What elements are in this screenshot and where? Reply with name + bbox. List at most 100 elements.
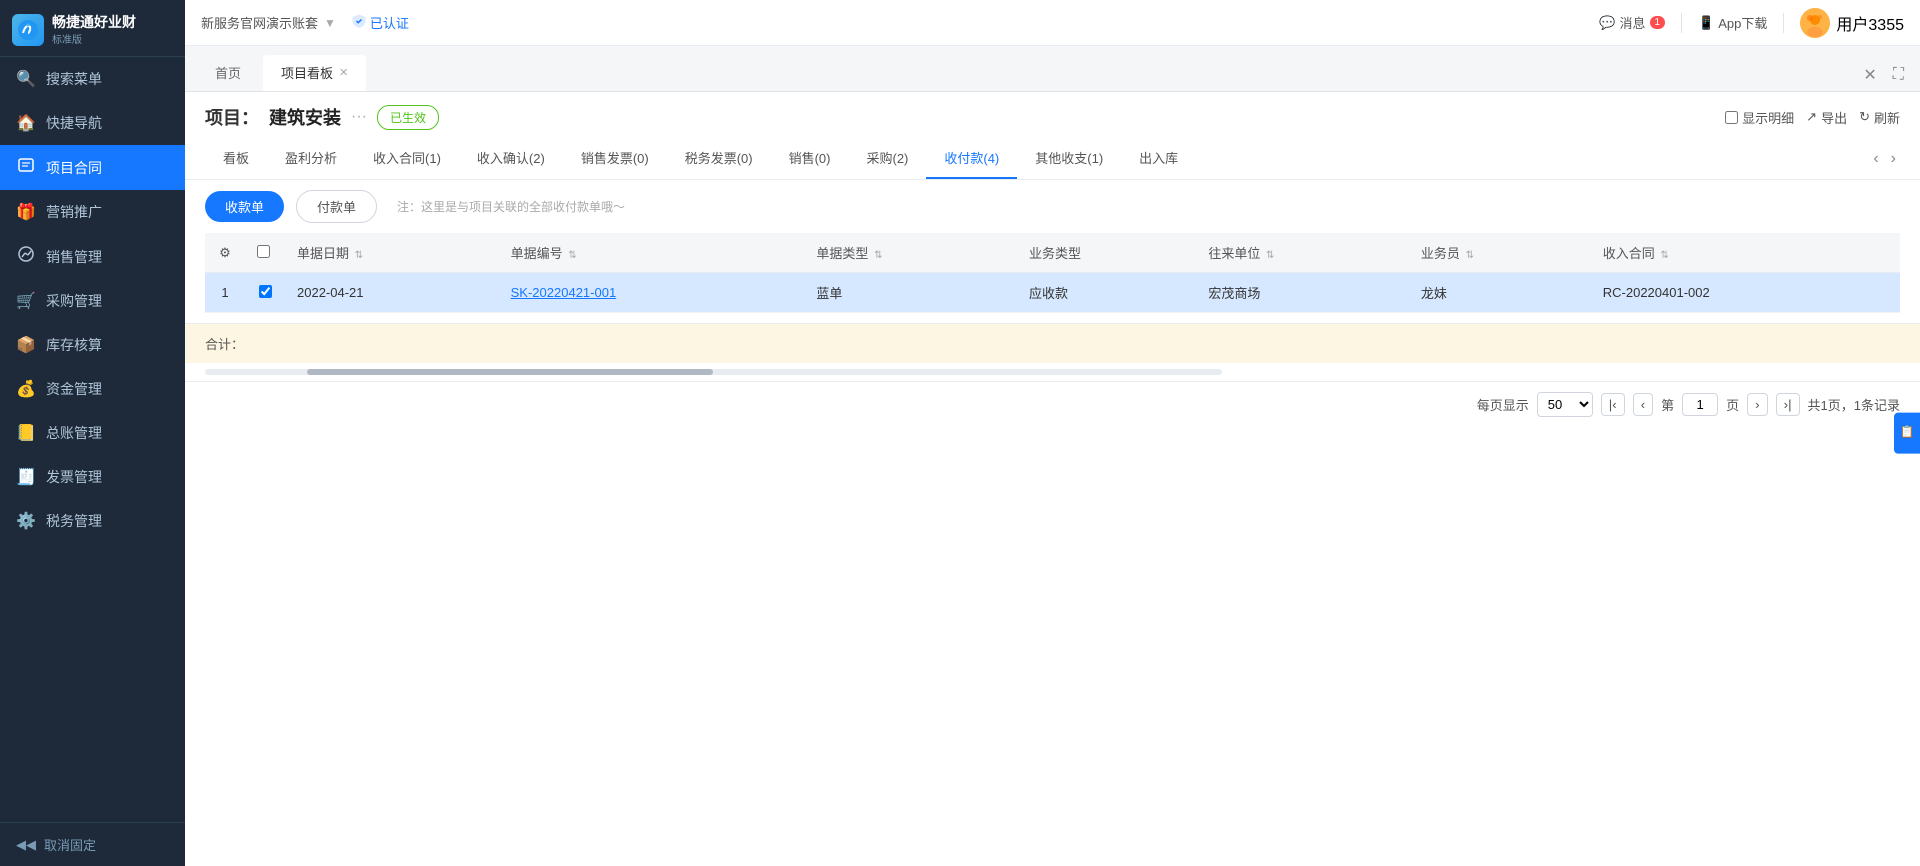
divider-1 bbox=[1681, 13, 1682, 33]
sidebar-label-quicknav: 快捷导航 bbox=[46, 113, 102, 133]
table-head: ⚙ 单据日期 ⇅ 单据编号 ⇅ bbox=[205, 233, 1900, 273]
sidebar-label-marketing: 营销推广 bbox=[46, 202, 102, 222]
date-sort-icon[interactable]: ⇅ bbox=[355, 250, 363, 261]
sidebar-item-purchase[interactable]: 🛒 采购管理 bbox=[0, 279, 185, 323]
tab-close-icon[interactable]: ✕ bbox=[339, 66, 348, 79]
subtab-income-contract[interactable]: 收入合同(1) bbox=[355, 138, 459, 179]
scrollbar-thumb[interactable] bbox=[307, 369, 714, 375]
project-icon bbox=[16, 157, 36, 178]
page-input[interactable] bbox=[1682, 393, 1718, 416]
row-partner: 宏茂商场 bbox=[1196, 273, 1409, 313]
table-row[interactable]: 1 2022-04-21 SK-20220421-001 蓝单 应收款 宏茂商场 bbox=[205, 273, 1900, 313]
tabbar: 首页 项目看板 ✕ ✕ ⛶ bbox=[185, 46, 1920, 92]
select-all-checkbox[interactable] bbox=[257, 245, 270, 258]
tax-icon: ⚙️ bbox=[16, 511, 36, 531]
sidebar-item-tax[interactable]: ⚙️ 税务管理 bbox=[0, 499, 185, 543]
row-type: 蓝单 bbox=[804, 273, 1017, 313]
expand-window-icon[interactable]: ⛶ bbox=[1889, 64, 1908, 86]
filter-note: 注：这里是与项目关联的全部收付款单哦～ bbox=[397, 198, 625, 215]
sidebar-item-invoice[interactable]: 🧾 发票管理 bbox=[0, 455, 185, 499]
subtab-prev-icon[interactable]: ‹ bbox=[1869, 146, 1882, 172]
col-biz-type: 业务类型 bbox=[1017, 233, 1196, 273]
close-window-icon[interactable]: ✕ bbox=[1859, 63, 1880, 87]
main-area: 新服务官网演示账套 ▼ 已认证 💬 消息 1 📱 App下载 bbox=[185, 0, 1920, 866]
tab-home[interactable]: 首页 bbox=[197, 55, 259, 91]
float-panel[interactable]: 📋 bbox=[1894, 413, 1920, 454]
prev-page-btn[interactable]: ‹ bbox=[1633, 393, 1653, 416]
unpin-label: 取消固定 bbox=[44, 835, 96, 854]
row-checkbox[interactable] bbox=[259, 285, 272, 298]
row-number[interactable]: SK-20220421-001 bbox=[499, 273, 805, 313]
sidebar-item-inventory[interactable]: 📦 库存核算 bbox=[0, 323, 185, 367]
float-panel-icon: 📋 bbox=[1900, 425, 1914, 442]
salesperson-sort-icon[interactable]: ⇅ bbox=[1466, 250, 1474, 261]
home-icon: 🏠 bbox=[16, 113, 36, 133]
col-type: 单据类型 ⇅ bbox=[804, 233, 1017, 273]
subtab-income-confirm[interactable]: 收入确认(2) bbox=[459, 138, 563, 179]
subtab-warehouse[interactable]: 出入库 bbox=[1121, 138, 1196, 179]
first-page-btn[interactable]: |‹ bbox=[1601, 393, 1625, 416]
show-detail-wrap: 显示明细 bbox=[1725, 108, 1794, 127]
sidebar-item-ledger[interactable]: 📒 总账管理 bbox=[0, 411, 185, 455]
income-contract-sort-icon[interactable]: ⇅ bbox=[1660, 250, 1668, 261]
sidebar-item-sales[interactable]: 销售管理 bbox=[0, 234, 185, 279]
subtab-profit[interactable]: 盈利分析 bbox=[267, 138, 355, 179]
search-icon: 🔍 bbox=[16, 69, 36, 89]
sidebar-label-sales: 销售管理 bbox=[46, 247, 102, 267]
refresh-icon: ↻ bbox=[1859, 109, 1870, 125]
subtab-purchase[interactable]: 采购(2) bbox=[848, 138, 926, 179]
subtabbar: 看板 盈利分析 收入合同(1) 收入确认(2) 销售发票(0) 税务发票(0) bbox=[185, 138, 1920, 180]
pagination: 每页显示 50 100 200 |‹ ‹ 第 页 › ›| 共1页，1条记录 bbox=[185, 381, 1920, 427]
gift-icon: 🎁 bbox=[16, 202, 36, 222]
messages-button[interactable]: 💬 消息 1 bbox=[1599, 13, 1665, 32]
show-detail-checkbox[interactable] bbox=[1725, 111, 1738, 124]
subtab-tax-invoice[interactable]: 税务发票(0) bbox=[667, 138, 771, 179]
number-sort-icon[interactable]: ⇅ bbox=[568, 250, 576, 261]
export-button[interactable]: ↗ 导出 bbox=[1806, 108, 1847, 127]
user-label: 用户3355 bbox=[1836, 11, 1904, 35]
user-menu[interactable]: 用户3355 bbox=[1800, 8, 1904, 38]
refresh-button[interactable]: ↻ 刷新 bbox=[1859, 108, 1900, 127]
next-page-btn[interactable]: › bbox=[1747, 393, 1767, 416]
sidebar-item-projectcontract[interactable]: 项目合同 bbox=[0, 145, 185, 190]
row-number-link[interactable]: SK-20220421-001 bbox=[511, 285, 617, 300]
sidebar-label-purchase: 采购管理 bbox=[46, 291, 102, 311]
shield-icon bbox=[352, 14, 366, 31]
subtab-kanban[interactable]: 看板 bbox=[205, 138, 267, 179]
export-icon: ↗ bbox=[1806, 109, 1817, 125]
last-page-btn[interactable]: ›| bbox=[1776, 393, 1800, 416]
col-settings[interactable]: ⚙ bbox=[205, 233, 245, 273]
subtab-receipt[interactable]: 收付款(4) bbox=[926, 138, 1017, 179]
sidebar-item-capital[interactable]: 💰 资金管理 bbox=[0, 367, 185, 411]
row-income-contract: RC-20220401-002 bbox=[1591, 273, 1900, 313]
account-name: 新服务官网演示账套 bbox=[201, 13, 318, 32]
tab-project-board[interactable]: 项目看板 ✕ bbox=[263, 55, 366, 91]
sidebar-label-ledger: 总账管理 bbox=[46, 423, 102, 443]
subtab-sales-invoice[interactable]: 销售发票(0) bbox=[563, 138, 667, 179]
sales-icon bbox=[16, 246, 36, 267]
receipt-filter-btn[interactable]: 收款单 bbox=[205, 191, 284, 222]
subtab-other-expense[interactable]: 其他收支(1) bbox=[1017, 138, 1121, 179]
sidebar-item-marketing[interactable]: 🎁 营销推广 bbox=[0, 190, 185, 234]
page-size-select[interactable]: 50 100 200 bbox=[1537, 392, 1593, 417]
partner-sort-icon[interactable]: ⇅ bbox=[1266, 250, 1274, 261]
message-icon: 💬 bbox=[1599, 15, 1615, 31]
sidebar-item-quicknav[interactable]: 🏠 快捷导航 bbox=[0, 101, 185, 145]
sidebar-item-search[interactable]: 🔍 搜索菜单 bbox=[0, 57, 185, 101]
more-options-icon[interactable]: ··· bbox=[351, 108, 367, 126]
subtab-next-icon[interactable]: › bbox=[1887, 146, 1900, 172]
verified-label: 已认证 bbox=[370, 13, 409, 32]
sidebar-label-capital: 资金管理 bbox=[46, 379, 102, 399]
inventory-icon: 📦 bbox=[16, 335, 36, 355]
account-switcher[interactable]: 新服务官网演示账套 ▼ bbox=[201, 13, 336, 32]
sidebar-label-search: 搜索菜单 bbox=[46, 69, 102, 89]
type-sort-icon[interactable]: ⇅ bbox=[874, 250, 882, 261]
sidebar-footer[interactable]: ◀◀ 取消固定 bbox=[0, 822, 185, 866]
payment-filter-btn[interactable]: 付款单 bbox=[296, 190, 377, 223]
app-download-button[interactable]: 📱 App下载 bbox=[1698, 13, 1767, 32]
messages-badge: 1 bbox=[1650, 16, 1666, 29]
sidebar-nav: 🔍 搜索菜单 🏠 快捷导航 项目合同 🎁 营销推广 bbox=[0, 57, 185, 822]
avatar bbox=[1800, 8, 1830, 38]
page-header: 项目： 建筑安装 ··· 已生效 显示明细 ↗ 导出 ↻ 刷新 bbox=[185, 92, 1920, 138]
subtab-sales[interactable]: 销售(0) bbox=[771, 138, 849, 179]
